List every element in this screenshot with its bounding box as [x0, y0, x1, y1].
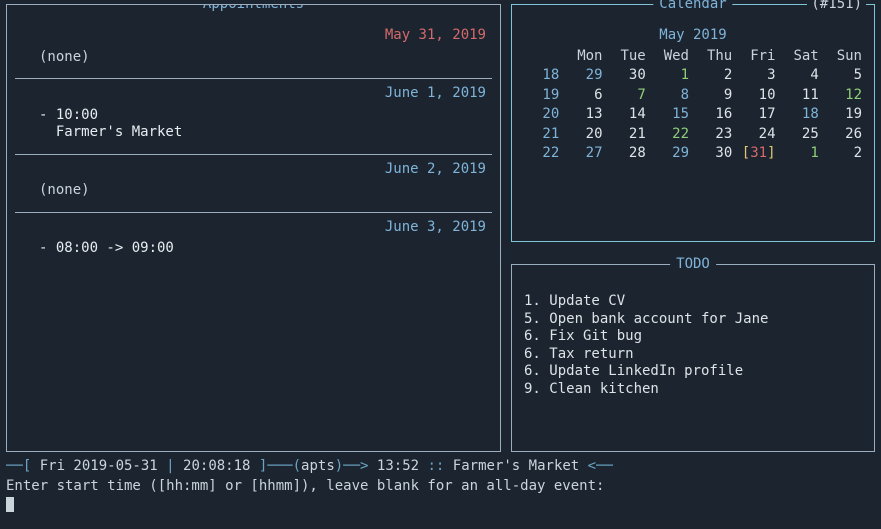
calendar-day[interactable]: 20: [563, 125, 606, 145]
prompt-line: Enter start time ([hh:mm] or [hhmm]), le…: [6, 478, 875, 496]
calendar-day[interactable]: 30: [693, 144, 736, 164]
appointment-day-header[interactable]: June 1, 2019: [15, 85, 492, 103]
status-mode: apts: [301, 458, 335, 474]
appointments-title: Appointments: [197, 4, 310, 14]
calendar-day[interactable]: 25: [780, 125, 823, 145]
week-number-badge: (#151): [807, 0, 866, 14]
appointment-day-body: - 10:00 Farmer's Market: [15, 103, 492, 154]
calendar-day[interactable]: 8: [650, 86, 693, 106]
calendar-day[interactable]: 22: [650, 125, 693, 145]
calendar-week-number: 22: [520, 144, 563, 164]
calendar-day[interactable]: 18: [780, 105, 823, 125]
calendar-day[interactable]: 28: [607, 144, 650, 164]
calendar-week-number: 21: [520, 125, 563, 145]
todo-item[interactable]: 6. Tax return: [524, 346, 862, 364]
appointment-none: (none): [39, 182, 492, 200]
calendar-day[interactable]: 15: [650, 105, 693, 125]
appointments-panel: Appointments May 31, 2019 (none) June 1, 2…: [6, 4, 501, 452]
status-next-text: Farmer's Market: [453, 458, 579, 474]
status-date: Fri 2019-05-31: [40, 458, 158, 474]
todo-item[interactable]: 5. Open bank account for Jane: [524, 311, 862, 329]
appointment-day-header[interactable]: June 3, 2019: [15, 219, 492, 237]
calendar-day[interactable]: 2: [823, 144, 866, 164]
calendar-week-number: 19: [520, 86, 563, 106]
calendar-day[interactable]: 26: [823, 125, 866, 145]
appointment-item[interactable]: - 10:00: [39, 107, 492, 125]
calendar-day[interactable]: 2: [693, 66, 736, 86]
input-line[interactable]: [6, 495, 875, 514]
calendar-day[interactable]: 9: [693, 86, 736, 106]
calendar-panel: Calendar (#151) May 2019 MonTueWedThuFri…: [511, 4, 875, 242]
calendar-month-label: May 2019: [520, 27, 866, 45]
calendar-day[interactable]: 27: [563, 144, 606, 164]
calendar-week-number: 18: [520, 66, 563, 86]
appointment-day-body: - 08:00 -> 09:00: [15, 236, 492, 270]
calendar-dow: Sun: [823, 47, 866, 67]
calendar-dow: Sat: [780, 47, 823, 67]
todo-panel: TODO 1. Update CV5. Open bank account fo…: [511, 264, 875, 452]
calendar-dow: Thu: [693, 47, 736, 67]
appointment-day-header[interactable]: May 31, 2019: [15, 27, 492, 45]
calendar-day[interactable]: 12: [823, 86, 866, 106]
calendar-day[interactable]: 3: [736, 66, 779, 86]
calendar-day[interactable]: 6: [563, 86, 606, 106]
calendar-day[interactable]: 30: [607, 66, 650, 86]
calendar-dow: Tue: [607, 47, 650, 67]
appointment-none: (none): [39, 49, 492, 67]
calendar-day[interactable]: 21: [607, 125, 650, 145]
calendar-day[interactable]: 4: [780, 66, 823, 86]
calendar-day[interactable]: 14: [607, 105, 650, 125]
calendar-day[interactable]: 16: [693, 105, 736, 125]
calendar-day[interactable]: 29: [650, 144, 693, 164]
prompt-text: Enter start time ([hh:mm] or [hhmm]), le…: [6, 478, 604, 494]
calendar-day[interactable]: 11: [780, 86, 823, 106]
calendar-grid[interactable]: MonTueWedThuFriSatSun 182930123451967891…: [520, 47, 866, 164]
calendar-day[interactable]: [31]: [736, 144, 779, 164]
appointment-item-text: Farmer's Market: [39, 124, 492, 142]
todo-item[interactable]: 9. Clean kitchen: [524, 381, 862, 399]
calendar-day[interactable]: 5: [823, 66, 866, 86]
todo-item[interactable]: 6. Fix Git bug: [524, 328, 862, 346]
appointment-day-body: (none): [15, 178, 492, 212]
calendar-week-number: 20: [520, 105, 563, 125]
todo-item[interactable]: 6. Update LinkedIn profile: [524, 363, 862, 381]
calendar-day[interactable]: 13: [563, 105, 606, 125]
calendar-day[interactable]: 10: [736, 86, 779, 106]
calendar-day[interactable]: 1: [650, 66, 693, 86]
calendar-day[interactable]: 1: [780, 144, 823, 164]
calendar-dow: Wed: [650, 47, 693, 67]
calendar-day[interactable]: 23: [693, 125, 736, 145]
cursor-icon: [6, 497, 14, 512]
status-time: 20:08:18: [183, 458, 250, 474]
appointment-day-body: (none): [15, 45, 492, 79]
appointment-item[interactable]: - 08:00 -> 09:00: [39, 240, 492, 258]
appointment-day-header[interactable]: June 2, 2019: [15, 161, 492, 179]
status-next-time: 13:52: [377, 458, 419, 474]
calendar-day[interactable]: 7: [607, 86, 650, 106]
todo-title: TODO: [670, 256, 716, 274]
calendar-dow: Mon: [563, 47, 606, 67]
calendar-day[interactable]: 19: [823, 105, 866, 125]
calendar-day[interactable]: 24: [736, 125, 779, 145]
calendar-dow: Fri: [736, 47, 779, 67]
calendar-title: Calendar: [653, 0, 732, 14]
calendar-day[interactable]: 29: [563, 66, 606, 86]
calendar-day[interactable]: 17: [736, 105, 779, 125]
todo-item[interactable]: 1. Update CV: [524, 293, 862, 311]
status-bar: ──[ Fri 2019-05-31 | 20:08:18 ]───(apts)…: [6, 458, 875, 476]
